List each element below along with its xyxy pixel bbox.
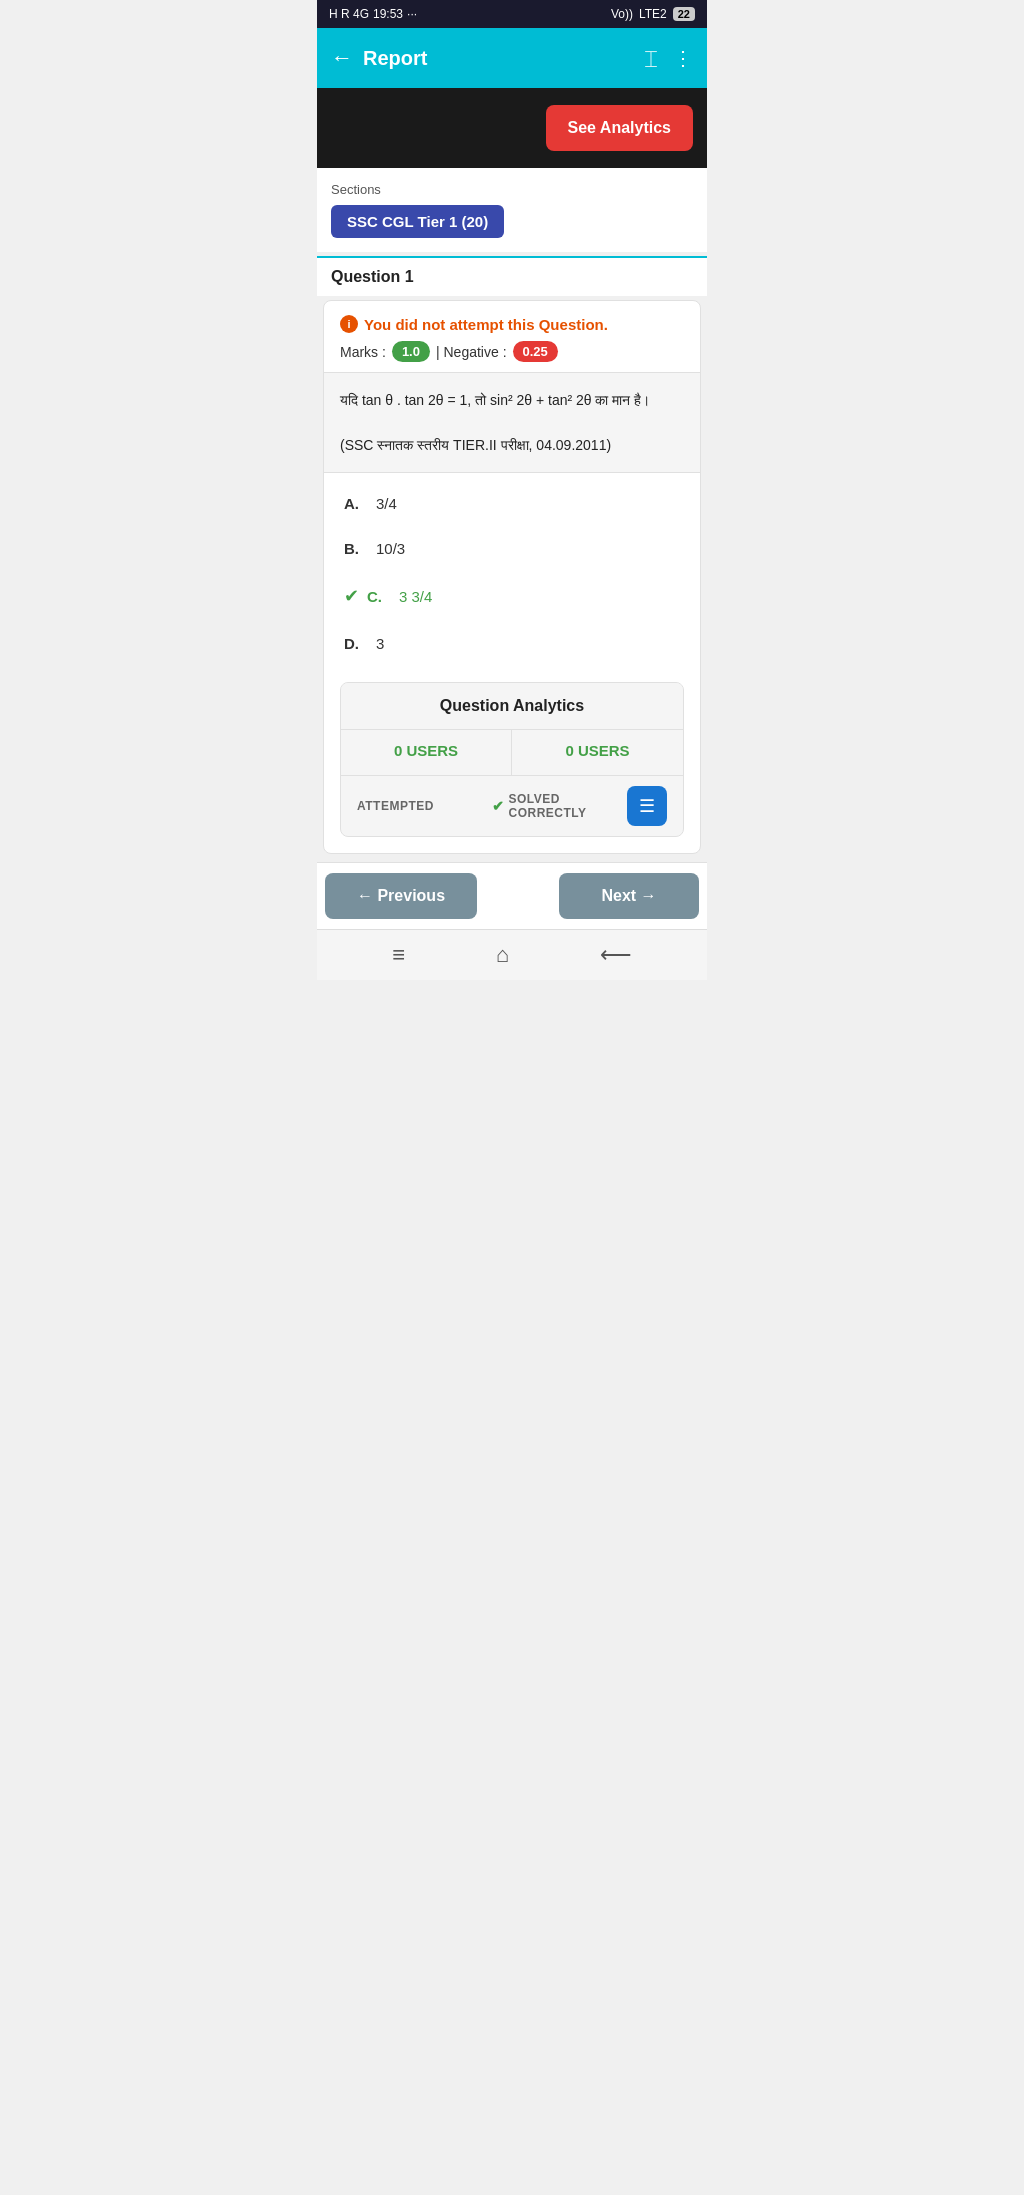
attempted-label: ATTEMPTED — [357, 799, 484, 813]
android-home-icon[interactable]: ⌂ — [496, 942, 509, 968]
option-a-label: A. — [344, 495, 368, 512]
time-text: 19:53 — [373, 7, 403, 21]
correct-check-icon: ✔ — [344, 585, 359, 607]
more-options-icon[interactable]: ⋮ — [673, 46, 693, 70]
solved-label-container: ✔ SOLVED CORRECTLY — [492, 792, 619, 820]
question-analytics-section: Question Analytics 0 USERS 0 USERS ATTEM… — [340, 682, 684, 837]
option-d[interactable]: D. 3 — [324, 621, 700, 666]
header-icons: ⌶ ⋮ — [645, 46, 693, 70]
section-chip[interactable]: SSC CGL Tier 1 (20) — [331, 205, 504, 238]
analytics-title: Question Analytics — [341, 683, 683, 730]
see-analytics-button[interactable]: See Analytics — [546, 105, 693, 151]
options-container: A. 3/4 B. 10/3 ✔ C. 3 3/4 D. 3 — [324, 473, 700, 674]
app-header: ← Report ⌶ ⋮ — [317, 28, 707, 88]
carrier-text: H R 4G — [329, 7, 369, 21]
android-bar: ≡ ⌂ ⟵ — [317, 929, 707, 980]
marks-row: Marks : 1.0 | Negative : 0.25 — [340, 341, 684, 362]
attempt-notice: i You did not attempt this Question. Mar… — [324, 301, 700, 373]
next-button[interactable]: Next → — [559, 873, 699, 919]
android-back-icon[interactable]: ⟵ — [600, 942, 632, 968]
banner-area: See Analytics — [317, 88, 707, 168]
option-a-text: 3/4 — [376, 495, 397, 512]
attempted-count: 0 USERS — [357, 742, 495, 759]
solved-check-icon: ✔ — [492, 798, 505, 814]
lte-text: LTE2 — [639, 7, 667, 21]
analytics-solved-cell: 0 USERS — [512, 730, 683, 775]
sections-label: Sections — [331, 182, 693, 197]
notice-title: i You did not attempt this Question. — [340, 315, 684, 333]
analytics-attempted-cell: 0 USERS — [341, 730, 512, 775]
solved-label: SOLVED CORRECTLY — [509, 792, 620, 820]
analytics-label-row: ATTEMPTED ✔ SOLVED CORRECTLY ☰ — [341, 776, 683, 836]
sections-container: Sections SSC CGL Tier 1 (20) — [317, 168, 707, 252]
analytics-grid: 0 USERS 0 USERS — [341, 730, 683, 775]
question-text-hindi: यदि tan θ . tan 2θ = 1, तो sin² 2θ + tan… — [340, 389, 684, 411]
option-c-label: C. — [367, 588, 391, 605]
option-b-text: 10/3 — [376, 540, 405, 557]
marks-label: Marks : — [340, 344, 386, 360]
option-a[interactable]: A. 3/4 — [324, 481, 700, 526]
back-button[interactable]: ← — [331, 45, 353, 71]
negative-badge: 0.25 — [513, 341, 558, 362]
option-c-text: 3 3/4 — [399, 588, 432, 605]
option-d-label: D. — [344, 635, 368, 652]
battery-badge: 22 — [673, 7, 695, 21]
android-menu-icon[interactable]: ≡ — [392, 942, 405, 968]
status-left: H R 4G 19:53 ··· — [329, 7, 417, 21]
dots-text: ··· — [407, 7, 417, 21]
share-icon[interactable]: ⌶ — [645, 47, 657, 70]
question-heading: Question 1 — [317, 256, 707, 296]
bottom-navigation: ← Previous Next → — [317, 862, 707, 929]
marks-badge: 1.0 — [392, 341, 430, 362]
question-text-area: यदि tan θ . tan 2θ = 1, तो sin² 2θ + tan… — [324, 373, 700, 473]
previous-button[interactable]: ← Previous — [325, 873, 477, 919]
status-bar: H R 4G 19:53 ··· Vo)) LTE2 22 — [317, 0, 707, 28]
option-d-text: 3 — [376, 635, 384, 652]
info-icon: i — [340, 315, 358, 333]
negative-label: | Negative : — [436, 344, 507, 360]
option-b[interactable]: B. 10/3 — [324, 526, 700, 571]
question-text-source: (SSC स्नातक स्तरीय TIER.II परीक्षा, 04.0… — [340, 434, 684, 456]
status-right: Vo)) LTE2 22 — [611, 7, 695, 21]
list-view-button[interactable]: ☰ — [627, 786, 667, 826]
option-b-label: B. — [344, 540, 368, 557]
header-title: Report — [363, 47, 645, 70]
question-card: i You did not attempt this Question. Mar… — [323, 300, 701, 854]
option-c[interactable]: ✔ C. 3 3/4 — [324, 571, 700, 621]
notice-text: You did not attempt this Question. — [364, 316, 608, 333]
vol-text: Vo)) — [611, 7, 633, 21]
solved-count: 0 USERS — [528, 742, 667, 759]
